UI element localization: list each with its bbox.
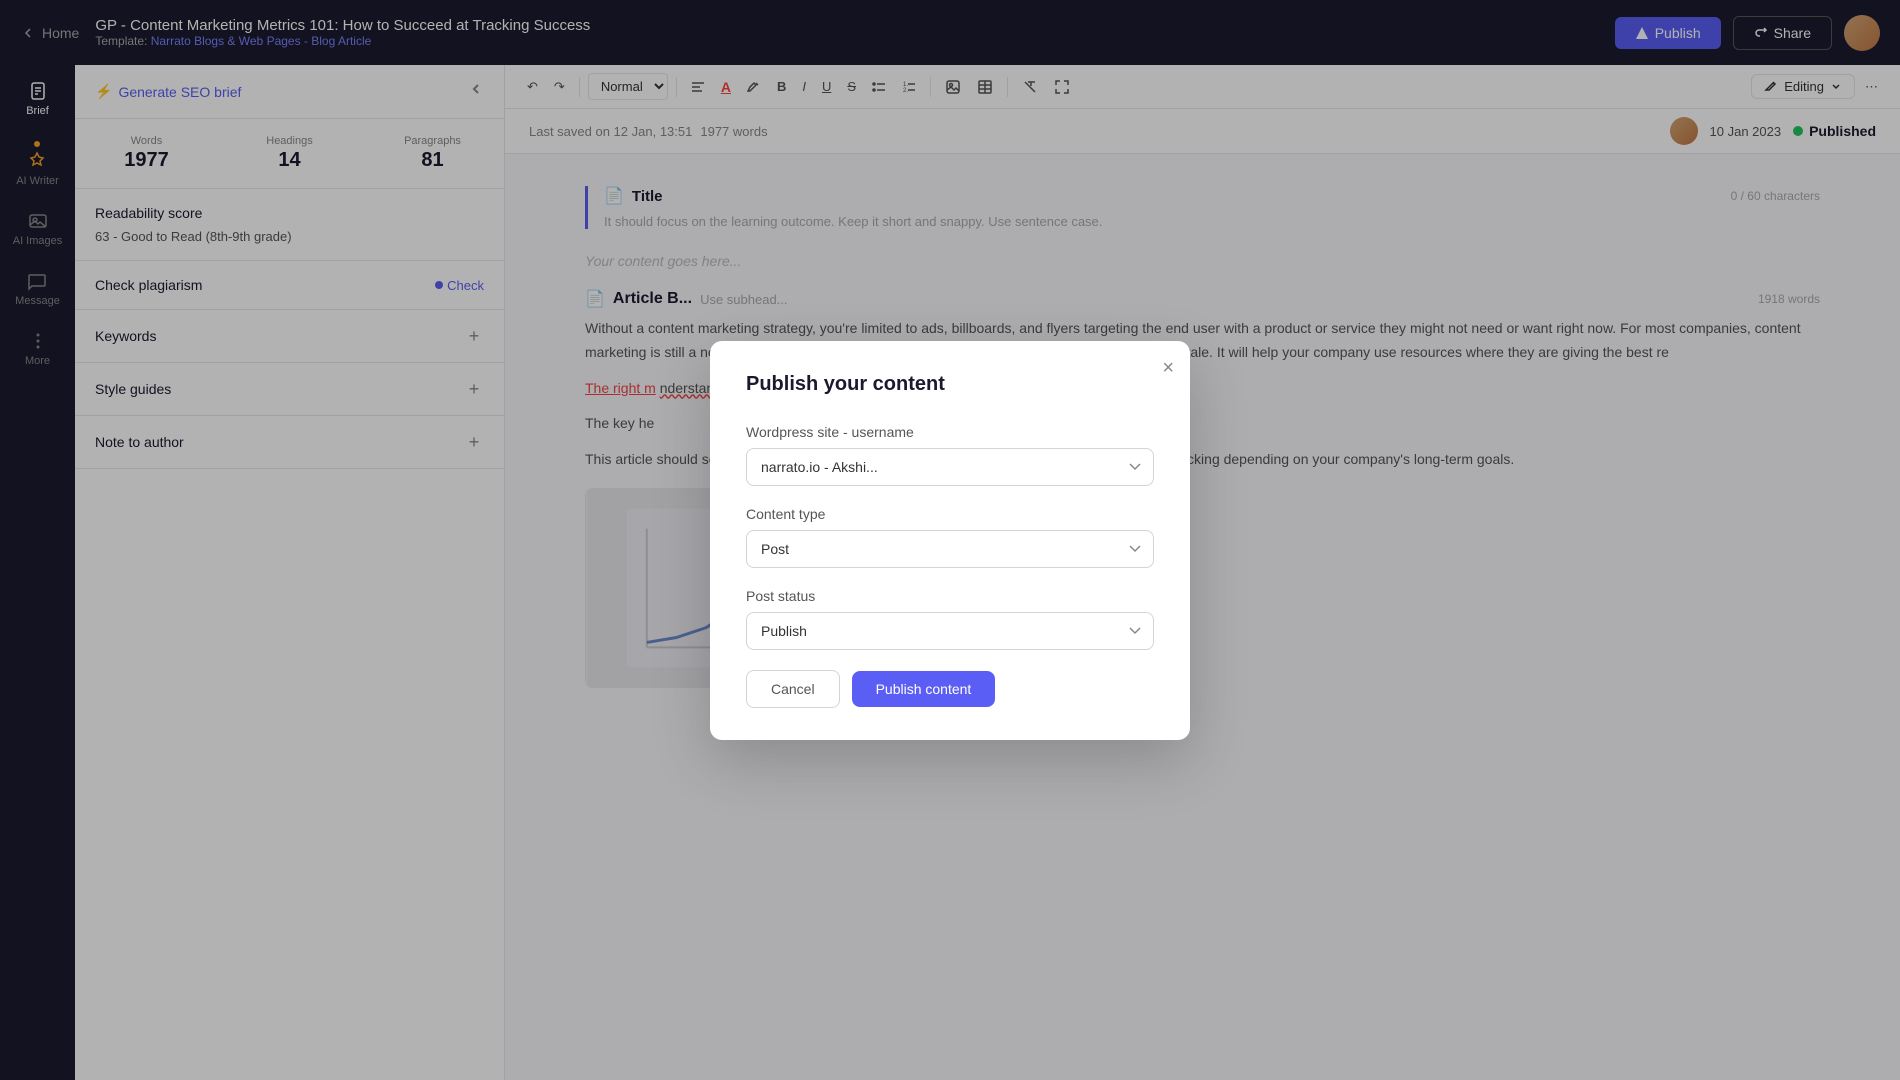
wordpress-field: Wordpress site - username narrato.io - A… — [746, 424, 1154, 486]
post-status-field: Post status Publish Draft Pending — [746, 588, 1154, 650]
publish-modal: × Publish your content Wordpress site - … — [710, 341, 1190, 740]
modal-close-button[interactable]: × — [1162, 357, 1174, 380]
content-type-label: Content type — [746, 506, 1154, 522]
content-type-select[interactable]: Post Page — [746, 530, 1154, 568]
modal-overlay[interactable]: × Publish your content Wordpress site - … — [0, 0, 1900, 1080]
cancel-button[interactable]: Cancel — [746, 670, 840, 708]
wordpress-label: Wordpress site - username — [746, 424, 1154, 440]
wordpress-select[interactable]: narrato.io - Akshi... — [746, 448, 1154, 486]
modal-title: Publish your content — [746, 373, 1154, 396]
post-status-select[interactable]: Publish Draft Pending — [746, 612, 1154, 650]
publish-content-button[interactable]: Publish content — [852, 671, 996, 707]
modal-actions: Cancel Publish content — [746, 670, 1154, 708]
content-type-field: Content type Post Page — [746, 506, 1154, 568]
post-status-label: Post status — [746, 588, 1154, 604]
